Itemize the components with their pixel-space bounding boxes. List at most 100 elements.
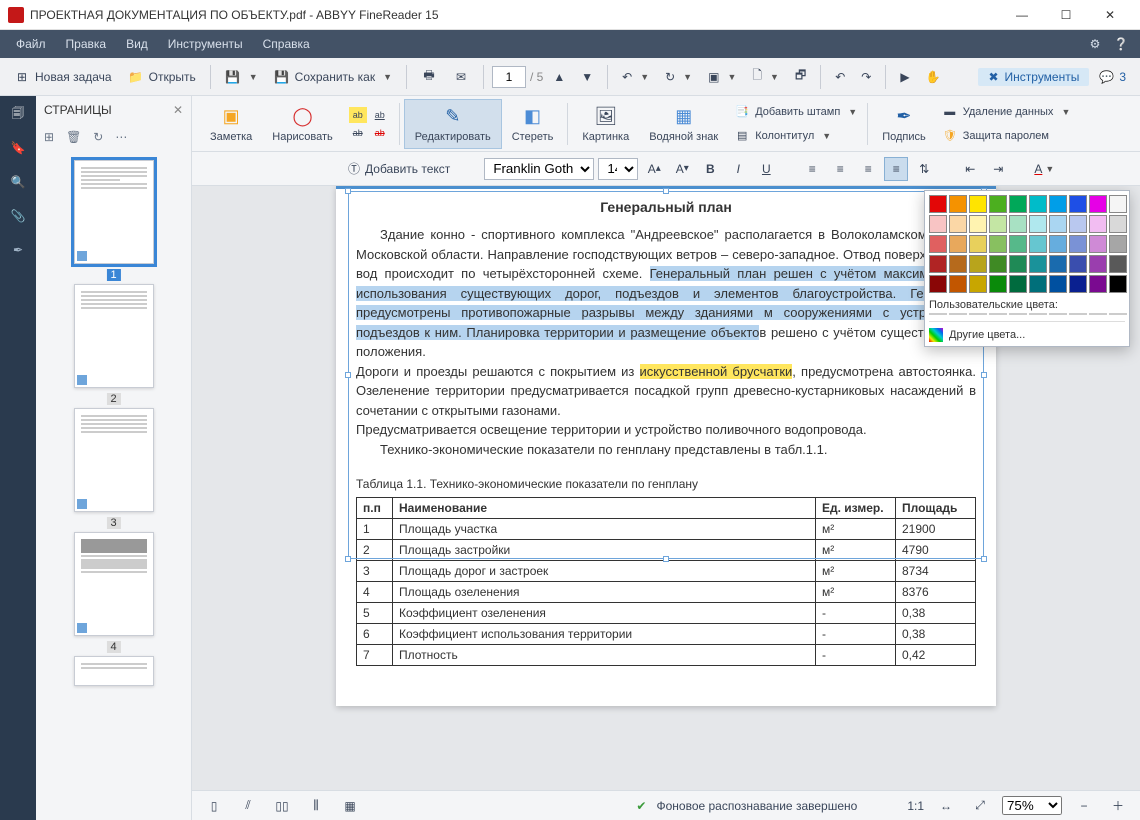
note-tool[interactable]: ▣Заметка: [200, 99, 262, 149]
color-swatch[interactable]: [1049, 255, 1067, 273]
view-two-page-icon[interactable]: ▯▯: [270, 794, 294, 818]
color-swatch[interactable]: [989, 275, 1007, 293]
align-justify-button[interactable]: ≡: [884, 157, 908, 181]
mail-button[interactable]: ✉: [447, 63, 475, 91]
help-icon[interactable]: ❔: [1112, 35, 1130, 53]
menu-file[interactable]: Файл: [6, 30, 56, 58]
comments-button[interactable]: 💬3: [1093, 63, 1132, 91]
more-icon[interactable]: ⋯: [115, 130, 127, 144]
color-swatch[interactable]: [929, 235, 947, 253]
menu-edit[interactable]: Правка: [56, 30, 117, 58]
highlight-yellow-icon[interactable]: ab: [349, 107, 367, 123]
thumbnails-list[interactable]: 1 2 3 4: [36, 150, 191, 820]
watermark-tool[interactable]: ▦Водяной знак: [639, 99, 728, 149]
color-swatch[interactable]: [1049, 275, 1067, 293]
page-up-button[interactable]: ▲: [547, 63, 571, 91]
color-swatch[interactable]: [1109, 195, 1127, 213]
custom-swatch[interactable]: [1009, 313, 1027, 315]
align-left-button[interactable]: ≡: [800, 157, 824, 181]
color-swatch[interactable]: [1089, 195, 1107, 213]
color-swatch[interactable]: [969, 255, 987, 273]
color-swatch[interactable]: [949, 215, 967, 233]
bold-button[interactable]: B: [698, 157, 722, 181]
color-swatch[interactable]: [1109, 235, 1127, 253]
password-protect-button[interactable]: 🛡Защита паролем: [942, 125, 1071, 147]
underline-tool-icon[interactable]: ab: [371, 107, 389, 123]
crop-button[interactable]: ▣▼: [702, 63, 742, 91]
zoom-out-button[interactable]: −: [1072, 794, 1096, 818]
custom-swatch[interactable]: [969, 313, 987, 315]
attachments-tab-icon[interactable]: 📎: [8, 206, 28, 226]
color-swatch[interactable]: [1029, 195, 1047, 213]
color-swatch[interactable]: [1069, 255, 1087, 273]
add-text-button[interactable]: ⓉДобавить текст: [342, 155, 456, 183]
gear-icon[interactable]: ⚙: [1086, 35, 1104, 53]
export-button[interactable]: 🗗: [789, 63, 812, 91]
underline-button[interactable]: U: [754, 157, 778, 181]
add-stamp-button[interactable]: 📑Добавить штамп▼: [734, 101, 857, 123]
color-swatch[interactable]: [1109, 215, 1127, 233]
color-swatch[interactable]: [929, 275, 947, 293]
custom-swatch[interactable]: [929, 313, 947, 315]
fit-page-icon[interactable]: ⤢: [968, 794, 992, 818]
color-swatch[interactable]: [1029, 235, 1047, 253]
color-swatch[interactable]: [989, 195, 1007, 213]
color-swatch[interactable]: [949, 275, 967, 293]
custom-swatch[interactable]: [1089, 313, 1107, 315]
color-swatch[interactable]: [929, 195, 947, 213]
color-swatch[interactable]: [1029, 275, 1047, 293]
view-continuous-icon[interactable]: ⫽: [236, 794, 260, 818]
strikethrough-tool-icon[interactable]: ab: [349, 125, 367, 141]
color-swatch[interactable]: [1009, 195, 1027, 213]
indent-decrease-button[interactable]: ⇤: [958, 157, 982, 181]
line-spacing-button[interactable]: ⇅: [912, 157, 936, 181]
text-selection-box[interactable]: [348, 191, 984, 559]
minimize-button[interactable]: ―: [1000, 1, 1044, 29]
close-panel-icon[interactable]: ✕: [173, 103, 183, 117]
print-button[interactable]: 🖶: [415, 63, 443, 91]
save-button[interactable]: 💾▼: [219, 63, 264, 91]
color-swatch[interactable]: [1109, 255, 1127, 273]
rotate-left-button[interactable]: ↶▼: [616, 63, 655, 91]
undo-button[interactable]: ↶: [829, 63, 851, 91]
redo-button[interactable]: ↷: [855, 63, 877, 91]
color-swatch[interactable]: [1069, 235, 1087, 253]
custom-swatch[interactable]: [1029, 313, 1047, 315]
data-delete-button[interactable]: ▬Удаление данных▼: [942, 101, 1071, 123]
pointer-tool[interactable]: ▶: [894, 63, 915, 91]
color-swatch[interactable]: [1029, 255, 1047, 273]
signature-tool[interactable]: ✒Подпись: [872, 99, 936, 149]
align-center-button[interactable]: ≡: [828, 157, 852, 181]
color-swatch[interactable]: [1029, 215, 1047, 233]
color-swatch[interactable]: [949, 255, 967, 273]
color-swatch[interactable]: [969, 235, 987, 253]
rotate-right-button[interactable]: ↻▼: [659, 63, 698, 91]
color-swatch[interactable]: [1049, 215, 1067, 233]
align-right-button[interactable]: ≡: [856, 157, 880, 181]
zoom-select[interactable]: 75%: [1002, 796, 1062, 815]
custom-swatch[interactable]: [1109, 313, 1127, 315]
menu-tools[interactable]: Инструменты: [158, 30, 253, 58]
color-swatch[interactable]: [1089, 255, 1107, 273]
color-swatch[interactable]: [1109, 275, 1127, 293]
color-swatch[interactable]: [929, 255, 947, 273]
color-swatch[interactable]: [1069, 215, 1087, 233]
color-swatch[interactable]: [1089, 275, 1107, 293]
page-thumbnail-1[interactable]: 1: [74, 160, 154, 264]
color-swatch[interactable]: [949, 195, 967, 213]
page-number-input[interactable]: [492, 66, 526, 88]
font-color-button[interactable]: A▼: [1032, 157, 1056, 181]
color-swatch[interactable]: [1069, 275, 1087, 293]
rotate-page-icon[interactable]: ↻: [93, 130, 103, 144]
maximize-button[interactable]: ☐: [1044, 1, 1088, 29]
color-swatch[interactable]: [969, 215, 987, 233]
font-shrink-button[interactable]: A▾: [670, 157, 694, 181]
delete-page-icon[interactable]: 🗑: [66, 130, 81, 144]
hand-tool[interactable]: ✋: [920, 63, 947, 91]
pages-tab-icon[interactable]: 🗐: [8, 104, 28, 124]
zoom-in-button[interactable]: ＋: [1106, 794, 1130, 818]
search-tab-icon[interactable]: 🔍: [8, 172, 28, 192]
bookmarks-tab-icon[interactable]: 🔖: [8, 138, 28, 158]
view-two-continuous-icon[interactable]: ⫼: [304, 794, 328, 818]
color-swatch[interactable]: [989, 255, 1007, 273]
